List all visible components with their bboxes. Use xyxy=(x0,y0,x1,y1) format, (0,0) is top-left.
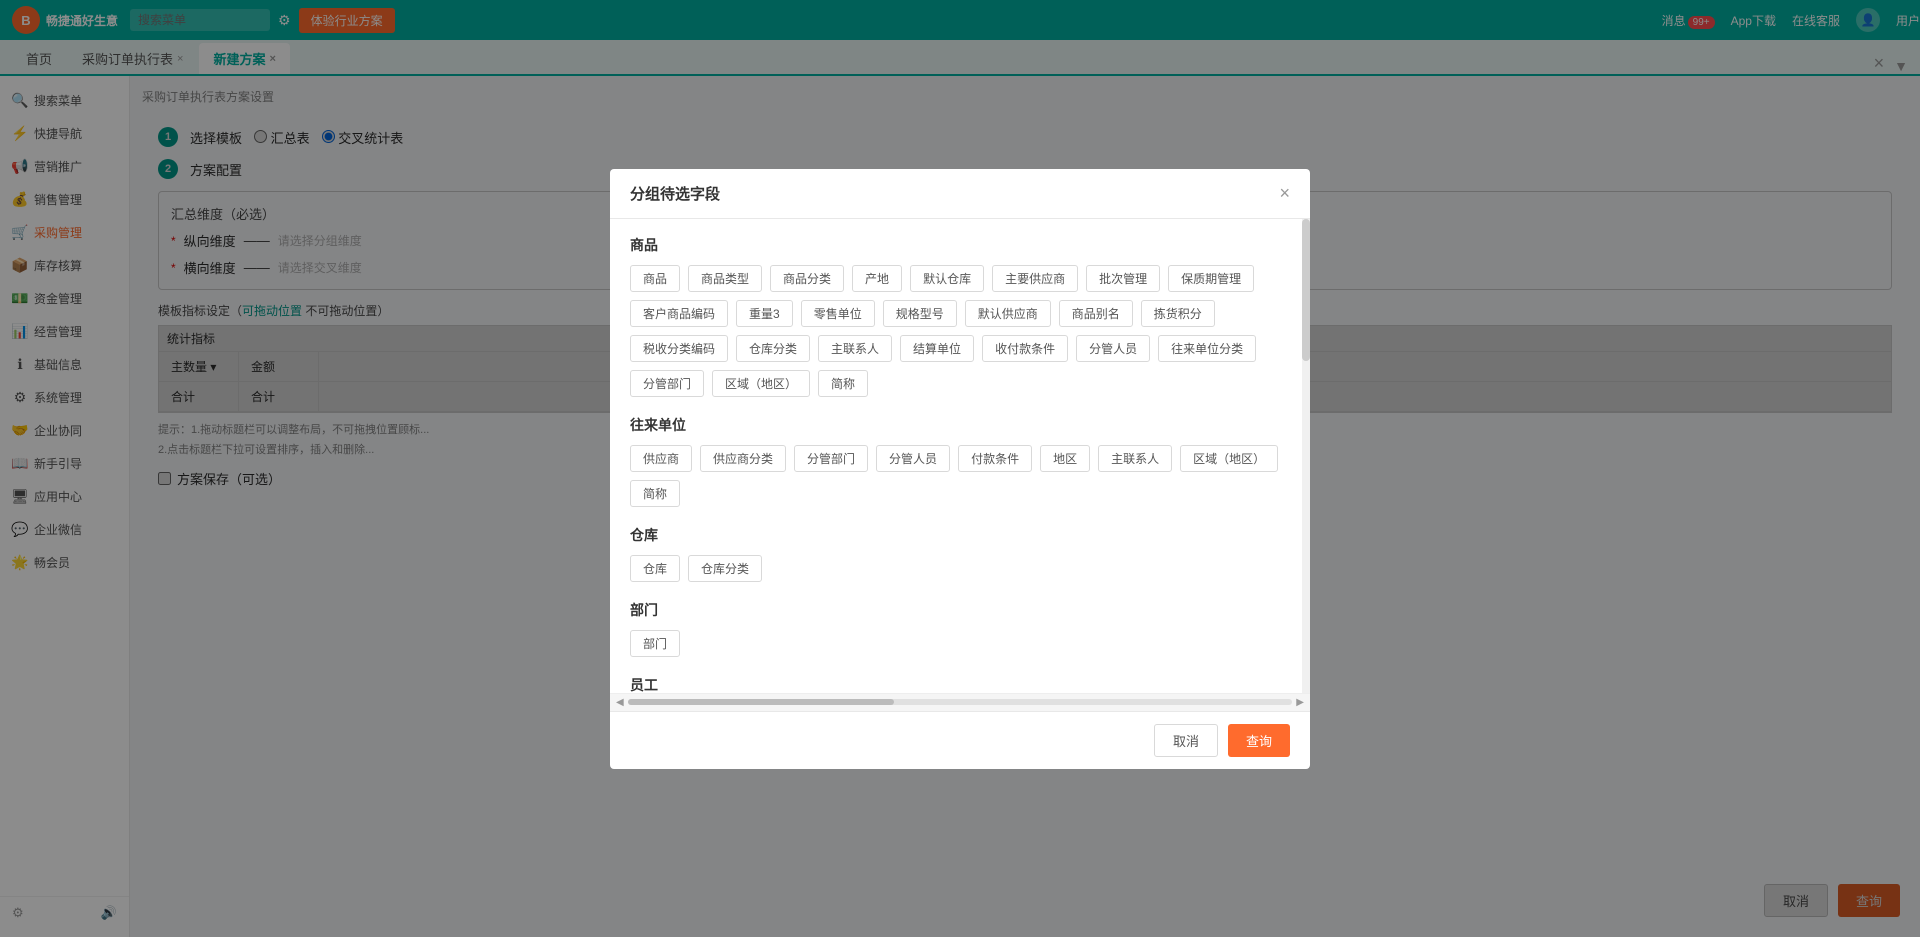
modal-cancel-btn[interactable]: 取消 xyxy=(1154,724,1218,757)
field-tag-goods-8[interactable]: 保质期管理 xyxy=(1168,265,1254,292)
modal-overlay: 分组待选字段 × 商品 商品 商品类型 商品分类 产地 默认仓库 主要供应商 批… xyxy=(0,0,1920,937)
field-tag-dept-1[interactable]: 部门 xyxy=(630,630,680,657)
field-group-partner-title: 往来单位 xyxy=(630,415,1290,435)
field-group-dept-title: 部门 xyxy=(630,600,1290,620)
field-tag-goods-25[interactable]: 简称 xyxy=(818,370,868,397)
field-tag-goods-6[interactable]: 主要供应商 xyxy=(992,265,1078,292)
field-tag-partner-4[interactable]: 分管人员 xyxy=(876,445,950,472)
field-group-partner: 往来单位 供应商 供应商分类 分管部门 分管人员 付款条件 地区 主联系人 区域… xyxy=(630,415,1290,507)
field-tag-goods-17[interactable]: 仓库分类 xyxy=(736,335,810,362)
field-tag-partner-9[interactable]: 简称 xyxy=(630,480,680,507)
field-tag-goods-1[interactable]: 商品 xyxy=(630,265,680,292)
field-tag-goods-21[interactable]: 分管人员 xyxy=(1076,335,1150,362)
field-tag-goods-12[interactable]: 规格型号 xyxy=(883,300,957,327)
field-tag-partner-2[interactable]: 供应商分类 xyxy=(700,445,786,472)
field-tag-goods-22[interactable]: 往来单位分类 xyxy=(1158,335,1256,362)
field-tag-partner-3[interactable]: 分管部门 xyxy=(794,445,868,472)
field-tag-goods-11[interactable]: 零售单位 xyxy=(801,300,875,327)
field-tag-goods-3[interactable]: 商品分类 xyxy=(770,265,844,292)
modal-title: 分组待选字段 xyxy=(630,183,720,204)
h-scroll-right[interactable]: ▶ xyxy=(1296,697,1304,708)
modal-confirm-btn[interactable]: 查询 xyxy=(1228,724,1290,757)
field-tag-goods-15[interactable]: 拣货积分 xyxy=(1141,300,1215,327)
field-tag-warehouse-1[interactable]: 仓库 xyxy=(630,555,680,582)
field-tags-goods: 商品 商品类型 商品分类 产地 默认仓库 主要供应商 批次管理 保质期管理 客户… xyxy=(630,265,1290,397)
field-group-warehouse: 仓库 仓库 仓库分类 xyxy=(630,525,1290,582)
field-group-dept: 部门 部门 xyxy=(630,600,1290,657)
field-tag-partner-1[interactable]: 供应商 xyxy=(630,445,692,472)
field-group-goods: 商品 商品 商品类型 商品分类 产地 默认仓库 主要供应商 批次管理 保质期管理… xyxy=(630,235,1290,397)
field-tag-partner-6[interactable]: 地区 xyxy=(1040,445,1090,472)
field-tag-goods-23[interactable]: 分管部门 xyxy=(630,370,704,397)
field-group-staff: 员工 业务员 xyxy=(630,675,1290,693)
modal-footer: 取消 查询 xyxy=(610,711,1310,769)
field-tag-goods-10[interactable]: 重量3 xyxy=(736,300,793,327)
field-tags-warehouse: 仓库 仓库分类 xyxy=(630,555,1290,582)
field-tag-goods-16[interactable]: 税收分类编码 xyxy=(630,335,728,362)
field-tag-partner-5[interactable]: 付款条件 xyxy=(958,445,1032,472)
field-tag-goods-18[interactable]: 主联系人 xyxy=(818,335,892,362)
field-tag-goods-2[interactable]: 商品类型 xyxy=(688,265,762,292)
field-group-goods-title: 商品 xyxy=(630,235,1290,255)
field-tag-warehouse-2[interactable]: 仓库分类 xyxy=(688,555,762,582)
h-scroll-left[interactable]: ◀ xyxy=(616,697,624,708)
field-tags-partner: 供应商 供应商分类 分管部门 分管人员 付款条件 地区 主联系人 区域（地区） … xyxy=(630,445,1290,507)
field-group-staff-title: 员工 xyxy=(630,675,1290,693)
field-tag-goods-5[interactable]: 默认仓库 xyxy=(910,265,984,292)
field-tags-dept: 部门 xyxy=(630,630,1290,657)
modal-h-scrollbar[interactable]: ◀ ▶ xyxy=(610,693,1310,711)
modal-close-btn[interactable]: × xyxy=(1279,183,1290,204)
field-tag-partner-8[interactable]: 区域（地区） xyxy=(1180,445,1278,472)
field-tag-goods-14[interactable]: 商品别名 xyxy=(1059,300,1133,327)
modal-v-scrollbar[interactable] xyxy=(1302,219,1310,693)
field-tag-goods-20[interactable]: 收付款条件 xyxy=(982,335,1068,362)
modal-body: 商品 商品 商品类型 商品分类 产地 默认仓库 主要供应商 批次管理 保质期管理… xyxy=(610,219,1310,693)
modal-header: 分组待选字段 × xyxy=(610,169,1310,219)
h-scrollbar-track xyxy=(628,699,1293,705)
field-tag-goods-7[interactable]: 批次管理 xyxy=(1086,265,1160,292)
field-tag-goods-4[interactable]: 产地 xyxy=(852,265,902,292)
field-tag-goods-19[interactable]: 结算单位 xyxy=(900,335,974,362)
modal-dialog: 分组待选字段 × 商品 商品 商品类型 商品分类 产地 默认仓库 主要供应商 批… xyxy=(610,169,1310,769)
field-tag-goods-9[interactable]: 客户商品编码 xyxy=(630,300,728,327)
field-tag-goods-13[interactable]: 默认供应商 xyxy=(965,300,1051,327)
field-tag-goods-24[interactable]: 区域（地区） xyxy=(712,370,810,397)
app-container: B 畅捷通好生意 ⚙ 体验行业方案 消息99+ App下载 在线客服 👤 用户 … xyxy=(0,0,1920,937)
v-scrollbar-thumb xyxy=(1302,219,1310,361)
field-group-warehouse-title: 仓库 xyxy=(630,525,1290,545)
h-scrollbar-thumb xyxy=(628,699,894,705)
field-tag-partner-7[interactable]: 主联系人 xyxy=(1098,445,1172,472)
